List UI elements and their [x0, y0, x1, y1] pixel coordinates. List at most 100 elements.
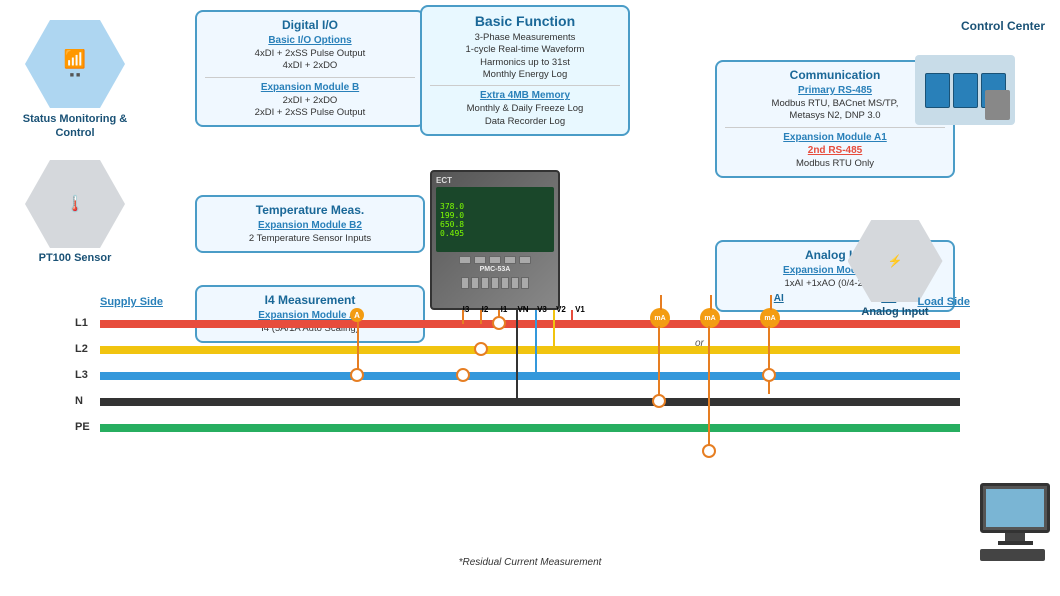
circle-ma2	[702, 444, 716, 458]
ctrl-screen-2	[953, 73, 978, 108]
computer-section	[980, 483, 1050, 561]
status-monitoring-label: Status Monitoring & Control	[20, 112, 130, 141]
comm-expansion-label: Expansion Module A1	[725, 132, 945, 143]
terminal-v2: V2	[553, 305, 569, 314]
hline-v2	[553, 350, 575, 352]
wire-n	[100, 398, 960, 406]
basic-io-line1: 4xDI + 2xSS Pulse Output	[205, 48, 415, 60]
label-l1: L1	[75, 317, 88, 329]
label-l2: L2	[75, 343, 88, 355]
a-badge-vline	[357, 322, 359, 374]
pt100-hex: 🌡️	[25, 160, 125, 248]
digital-io-box: Digital I/O Basic I/O Options 4xDI + 2xS…	[195, 10, 425, 127]
i4-title: I4 Measurement	[205, 293, 415, 307]
pmc-btn-5[interactable]	[519, 256, 531, 264]
temp-expansion-line: 2 Temperature Sensor Inputs	[205, 233, 415, 245]
vline-i3	[462, 310, 464, 324]
wire-l2	[100, 346, 960, 354]
pmc-btn-2[interactable]	[474, 256, 486, 264]
pt100-section: 🌡️ PT100 Sensor	[20, 160, 130, 264]
pmc-device: ECT 378.0 199.0 650.8 0.495 PMC-53A	[430, 170, 560, 310]
load-label: Load Side	[917, 296, 970, 308]
circle-i2-l2	[474, 342, 488, 356]
label-n: N	[75, 395, 83, 407]
basic-function-box: Basic Function 3-Phase Measurements 1-cy…	[420, 5, 630, 136]
digital-io-title: Digital I/O	[205, 18, 415, 32]
ai-label: AI	[774, 293, 784, 304]
vline-v1	[571, 310, 573, 325]
vline-ma2	[708, 326, 710, 446]
control-center-label: Control Center	[961, 19, 1045, 33]
or-text: or	[695, 338, 704, 349]
comm-title: Communication	[725, 68, 945, 82]
hline-v3	[535, 374, 575, 376]
temp-expansion-label: Expansion Module B2	[205, 220, 415, 231]
vline-vn	[516, 310, 518, 402]
bf-line3: Harmonics up to 31st	[430, 57, 620, 69]
pmc-screen: 378.0 199.0 650.8 0.495	[436, 187, 554, 252]
pmc-line1: 378.0	[440, 202, 464, 211]
main-container: 📶 ■ ■ Status Monitoring & Control 🌡️ PT1…	[0, 0, 1060, 596]
supply-label: Supply Side	[100, 296, 163, 308]
label-l3: L3	[75, 369, 88, 381]
pmc-label: PMC-53A	[480, 266, 511, 273]
expansion-b-line1: 2xDI + 2xDO	[205, 95, 415, 107]
monitor-base	[998, 541, 1033, 545]
bf-line2: 1-cycle Real-time Waveform	[430, 44, 620, 56]
vline-ma3	[768, 326, 770, 394]
basic-io-line2: 4xDI + 2xDO	[205, 60, 415, 72]
circle-i3-l3	[456, 368, 470, 382]
ma-badge-1: mA	[650, 308, 670, 328]
terminal-i3: I3	[458, 305, 474, 314]
bf-line1: 3-Phase Measurements	[430, 32, 620, 44]
vline-v2	[553, 310, 555, 354]
pmc-terminals	[461, 277, 529, 289]
basic-function-title: Basic Function	[430, 13, 620, 29]
monitor-screen	[986, 489, 1044, 527]
analog-input-hex: ⚡	[848, 220, 943, 302]
temperature-box: Temperature Meas. Expansion Module B2 2 …	[195, 195, 425, 253]
analog-io-line2	[710, 295, 712, 310]
pmc-line4: 0.495	[440, 229, 464, 238]
expansion-b-label: Expansion Module B	[205, 82, 415, 93]
analog-io-line3	[770, 295, 772, 310]
residual-label: *Residual Current Measurement	[459, 557, 602, 568]
monitor-stand	[1005, 533, 1025, 541]
a-badge: A	[350, 308, 364, 322]
pmc-btn-1[interactable]	[459, 256, 471, 264]
ma-badge-3: mA	[760, 308, 780, 328]
monitor	[980, 483, 1050, 533]
memory-line2: Data Recorder Log	[430, 116, 620, 128]
temperature-title: Temperature Meas.	[205, 203, 415, 217]
pmc-brand: ECT	[436, 176, 452, 185]
pmc-line3: 650.8	[440, 220, 464, 229]
wire-pe	[100, 424, 960, 432]
pmc-buttons	[459, 256, 531, 264]
control-center-image	[915, 55, 1015, 125]
comm-expansion-sub: 2nd RS-485	[725, 145, 945, 156]
vline-v3	[535, 310, 537, 376]
primary-line1: Modbus RTU, BACnet MS/TP,	[725, 98, 945, 110]
expansion-b-line2: 2xDI + 2xSS Pulse Output	[205, 107, 415, 119]
ctrl-screen-1	[925, 73, 950, 108]
label-pe: PE	[75, 421, 90, 433]
circle-a	[350, 368, 364, 382]
circle-ma1	[652, 394, 666, 408]
ma-badge-2: mA	[700, 308, 720, 328]
pmc-line2: 199.0	[440, 211, 464, 220]
pt100-label: PT100 Sensor	[20, 252, 130, 264]
circle-ma3	[762, 368, 776, 382]
vline-i2	[480, 310, 482, 324]
terminal-v1: V1	[572, 305, 588, 314]
memory-line1: Monthly & Daily Freeze Log	[430, 103, 620, 115]
wire-l3	[100, 372, 960, 380]
memory-label: Extra 4MB Memory	[430, 90, 620, 101]
analog-io-line1	[660, 295, 662, 310]
keyboard	[980, 549, 1045, 561]
primary-line2: Metasys N2, DNP 3.0	[725, 110, 945, 122]
pmc-btn-3[interactable]	[489, 256, 501, 264]
pmc-btn-4[interactable]	[504, 256, 516, 264]
status-monitoring-section: 📶 ■ ■ Status Monitoring & Control	[20, 20, 130, 141]
control-center-section: Control Center	[961, 15, 1045, 33]
circle-i1-l1	[492, 316, 506, 330]
